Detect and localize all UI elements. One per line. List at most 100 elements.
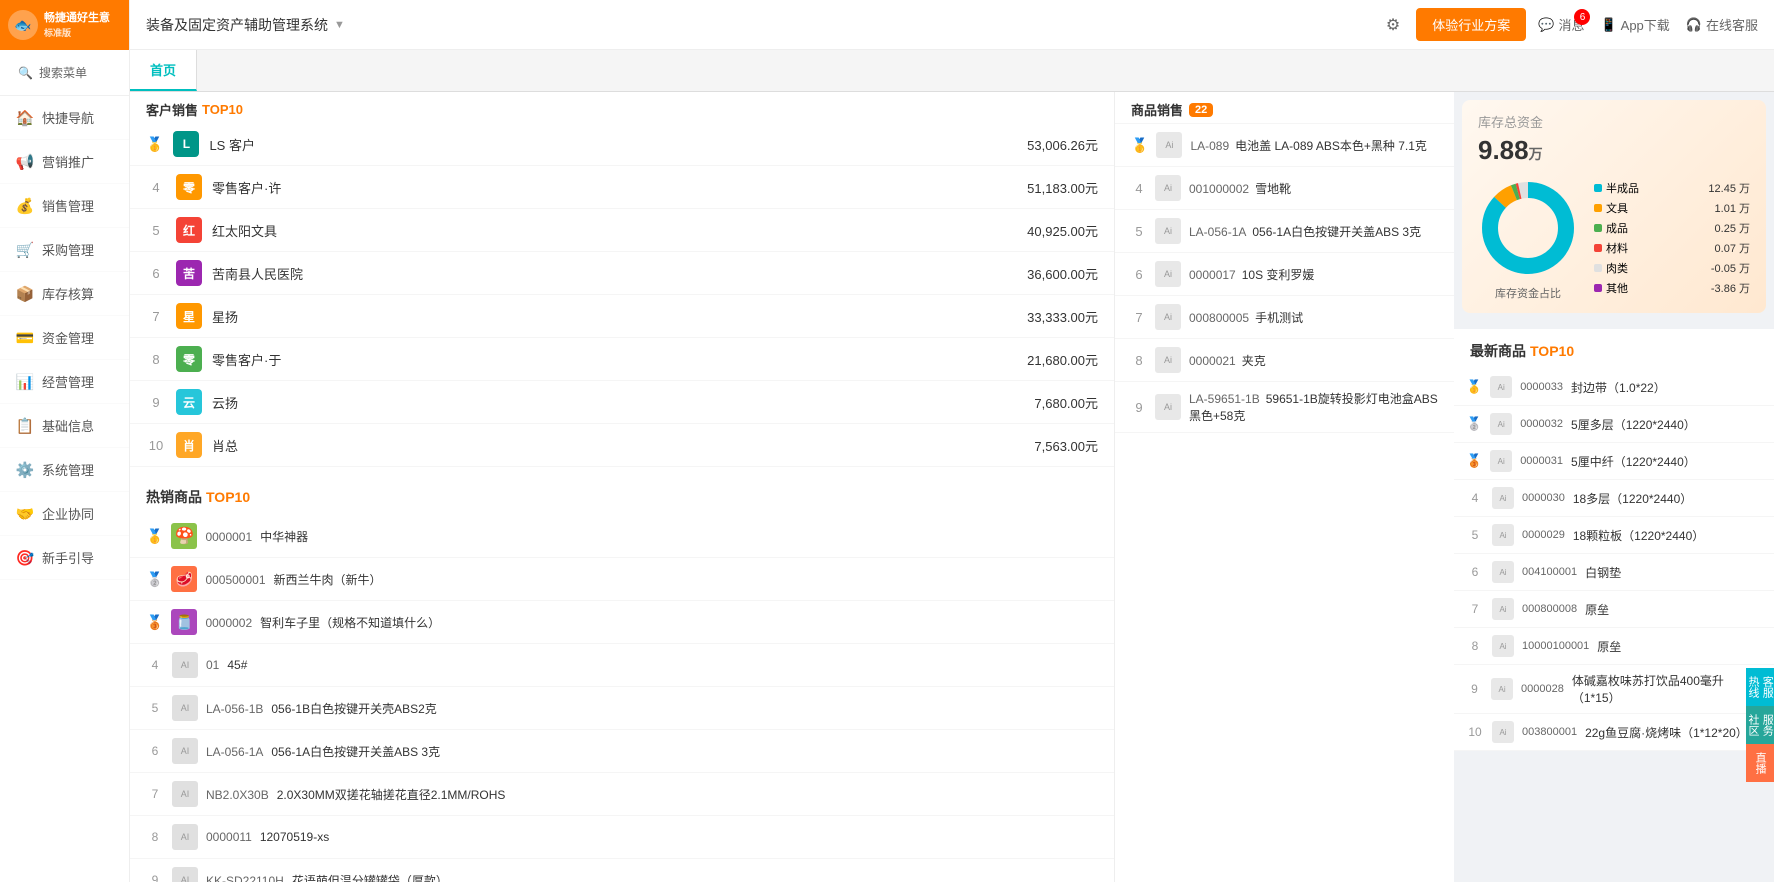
float-live-label: 直播: [1753, 752, 1767, 774]
hot-prod-row[interactable]: 9 AI KK-SD22110H花语萌但温分罐罐袋（厚款）: [130, 859, 1114, 882]
sidebar-item-xinshou[interactable]: 🎯 新手引导: [0, 536, 129, 580]
hot-prod-img-4: AI: [172, 652, 198, 678]
legend-label-3: 成品: [1606, 220, 1628, 236]
customer-row[interactable]: 8 零 零售客户·于 21,680.00元: [130, 338, 1114, 381]
sidebar-label: 企业协同: [42, 504, 94, 523]
new-prod-row[interactable]: 6 Ai 004100001 白钢垫: [1454, 554, 1774, 591]
hot-prod-row[interactable]: 5 AI LA-056-1B056-1B白色按键开关壳ABS2克: [130, 687, 1114, 730]
product-row[interactable]: 5 Ai LA-056-1A056-1A白色按键开关盖ABS 3克: [1115, 210, 1454, 253]
inventory-section: 库存总资金 9.88万: [1462, 100, 1766, 313]
hot-products-header: 热销商品 TOP10: [130, 475, 1114, 515]
sidebar-item-xitong[interactable]: ⚙️ 系统管理: [0, 448, 129, 492]
sidebar-item-yingxiao[interactable]: 📢 营销推广: [0, 140, 129, 184]
rank-num-5: 7: [146, 309, 166, 324]
product-row[interactable]: 7 Ai 000800005手机测试: [1115, 296, 1454, 339]
inventory-number: 9.88: [1478, 135, 1529, 165]
new-rank-1: 🥇: [1466, 379, 1482, 395]
new-prod-name-1: 封边带（1.0*22）: [1571, 379, 1666, 396]
prod-img-1: Ai: [1156, 132, 1182, 158]
new-prod-img-7: Ai: [1492, 598, 1514, 620]
new-prod-row[interactable]: 5 Ai 0000029 18颗粒板（1220*2440）: [1454, 517, 1774, 554]
new-products-title: 最新商品: [1470, 341, 1526, 361]
hot-prod-row[interactable]: 4 AI 0145#: [130, 644, 1114, 687]
message-icon: 💬: [1538, 17, 1554, 33]
product-row[interactable]: 9 Ai LA-59651-1B59651-1B旋转投影灯电池盒ABS黑色+58…: [1115, 382, 1454, 433]
prod-img-6: Ai: [1155, 347, 1181, 373]
hot-prod-row[interactable]: 8 AI 000001112070519-xs: [130, 816, 1114, 859]
new-prod-row[interactable]: 10 Ai 003800001 22g鱼豆腐·烧烤味（1*12*20）: [1454, 714, 1774, 751]
new-prod-row[interactable]: 9 Ai 0000028 体碱嘉枚味苏打饮品400毫升（1*15）: [1454, 665, 1774, 714]
product-row[interactable]: 6 Ai 000001710S 变利罗媛: [1115, 253, 1454, 296]
sidebar-label: 新手引导: [42, 548, 94, 567]
customer-row[interactable]: 🥇 L LS 客户 53,006.26元: [130, 123, 1114, 166]
customer-row[interactable]: 7 星 星扬 33,333.00元: [130, 295, 1114, 338]
customer-row[interactable]: 6 苦 苦南县人民医院 36,600.00元: [130, 252, 1114, 295]
hot-prod-info-7: NB2.0X30B2.0X30MM双搓花轴搓花直径2.1MM/ROHS: [206, 786, 505, 803]
hot-products-section: 热销商品 TOP10 🥇 🍄 0000001中华神器 🥈 🥩: [130, 475, 1114, 882]
customer-rank-title: 客户销售: [146, 100, 198, 119]
customer-row[interactable]: 10 肖 肖总 7,563.00元: [130, 424, 1114, 467]
hot-prod-row[interactable]: 🥈 🥩 000500001新西兰牛肉（新牛）: [130, 558, 1114, 601]
customer-row[interactable]: 4 零 零售客户·许 51,183.00元: [130, 166, 1114, 209]
settings-button[interactable]: ⚙: [1382, 11, 1404, 39]
customer-row[interactable]: 9 云 云扬 7,680.00元: [130, 381, 1114, 424]
online-service-button[interactable]: 🎧 在线客服: [1686, 15, 1758, 34]
new-prod-row[interactable]: 8 Ai 10000100001 原垒: [1454, 628, 1774, 665]
hot-prod-img-1: 🍄: [171, 523, 197, 549]
trial-button[interactable]: 体验行业方案: [1416, 8, 1526, 41]
sidebar-item-xiaoshou[interactable]: 💰 销售管理: [0, 184, 129, 228]
new-prod-row[interactable]: 🥉 Ai 0000031 5厘中纤（1220*2440）: [1454, 443, 1774, 480]
sidebar-item-kuaijie[interactable]: 🏠 快捷导航: [0, 96, 129, 140]
new-prod-code-3: 0000031: [1520, 455, 1563, 467]
customer-name-6: 零售客户·于: [212, 350, 1017, 369]
hot-prod-row[interactable]: 7 AI NB2.0X30B2.0X30MM双搓花轴搓花直径2.1MM/ROHS: [130, 773, 1114, 816]
sidebar-item-zijin[interactable]: 💳 资金管理: [0, 316, 129, 360]
new-prod-row[interactable]: 4 Ai 0000030 18多层（1220*2440）: [1454, 480, 1774, 517]
new-prod-code-6: 004100001: [1522, 566, 1577, 578]
customer-name-1: LS 客户: [209, 135, 1017, 154]
new-prod-code-7: 000800008: [1522, 603, 1577, 615]
message-button[interactable]: 💬 消息 6: [1538, 15, 1584, 34]
hot-prod-row[interactable]: 🥉 🫙 0000002智利车子里（规格不知道填什么）: [130, 601, 1114, 644]
hot-prod-info-5: LA-056-1B056-1B白色按键开关壳ABS2克: [206, 700, 437, 717]
new-prod-code-1: 0000033: [1520, 381, 1563, 393]
customer-row[interactable]: 5 红 红太阳文具 40,925.00元: [130, 209, 1114, 252]
prod-rank-7: 9: [1131, 400, 1147, 415]
customer-name-3: 红太阳文具: [212, 221, 1017, 240]
hot-prod-info-4: 0145#: [206, 658, 247, 672]
new-prod-row[interactable]: 🥈 Ai 0000032 5厘多层（1220*2440）: [1454, 406, 1774, 443]
legend-val-3: 0.25 万: [1715, 220, 1750, 236]
hot-prod-row[interactable]: 6 AI LA-056-1A056-1A白色按键开关盖ABS 3克: [130, 730, 1114, 773]
new-prod-img-2: Ai: [1490, 413, 1512, 435]
new-rank-6: 6: [1466, 565, 1484, 579]
main-wrapper: 装备及固定资产辅助管理系统 ▼ ⚙ 体验行业方案 💬 消息 6 📱 App下载 …: [130, 0, 1774, 882]
float-btn-live[interactable]: 直播: [1746, 744, 1774, 782]
new-rank-5: 5: [1466, 528, 1484, 542]
basic-info-icon: 📋: [16, 417, 34, 435]
hot-prod-row[interactable]: 🥇 🍄 0000001中华神器: [130, 515, 1114, 558]
customer-name-8: 肖总: [212, 436, 1024, 455]
float-btn-community[interactable]: 服务社区: [1746, 706, 1774, 744]
tab-home[interactable]: 首页: [130, 50, 197, 91]
search-area[interactable]: 🔍 搜索菜单: [0, 50, 129, 96]
new-prod-name-5: 18颗粒板（1220*2440）: [1573, 527, 1704, 544]
new-prod-row[interactable]: 🥇 Ai 0000033 封边带（1.0*22）: [1454, 369, 1774, 406]
product-row[interactable]: 🥇 Ai LA-089电池盖 LA-089 ABS本色+黑种 7.1克: [1115, 124, 1454, 167]
search-menu-button[interactable]: 🔍 搜索菜单: [10, 58, 119, 87]
app-download-button[interactable]: 📱 App下载: [1600, 15, 1669, 34]
sidebar-item-jichu[interactable]: 📋 基础信息: [0, 404, 129, 448]
product-row[interactable]: 8 Ai 0000021夹克: [1115, 339, 1454, 382]
customer-name-2: 零售客户·许: [212, 178, 1017, 197]
rank-num-7: 9: [146, 395, 166, 410]
new-prod-row[interactable]: 7 Ai 000800008 原垒: [1454, 591, 1774, 628]
sidebar-item-kucun[interactable]: 📦 库存核算: [0, 272, 129, 316]
sidebar-item-caigou[interactable]: 🛒 采购管理: [0, 228, 129, 272]
float-btn-service[interactable]: 客服热线: [1746, 668, 1774, 706]
customer-avatar-6: 零: [176, 346, 202, 372]
hot-prod-info-1: 0000001中华神器: [205, 528, 308, 545]
sidebar-item-jingying[interactable]: 📊 经营管理: [0, 360, 129, 404]
legend-item: 文具 1.01 万: [1594, 200, 1750, 216]
sidebar-label: 采购管理: [42, 240, 94, 259]
product-row[interactable]: 4 Ai 001000002雪地靴: [1115, 167, 1454, 210]
sidebar-item-xietong[interactable]: 🤝 企业协同: [0, 492, 129, 536]
